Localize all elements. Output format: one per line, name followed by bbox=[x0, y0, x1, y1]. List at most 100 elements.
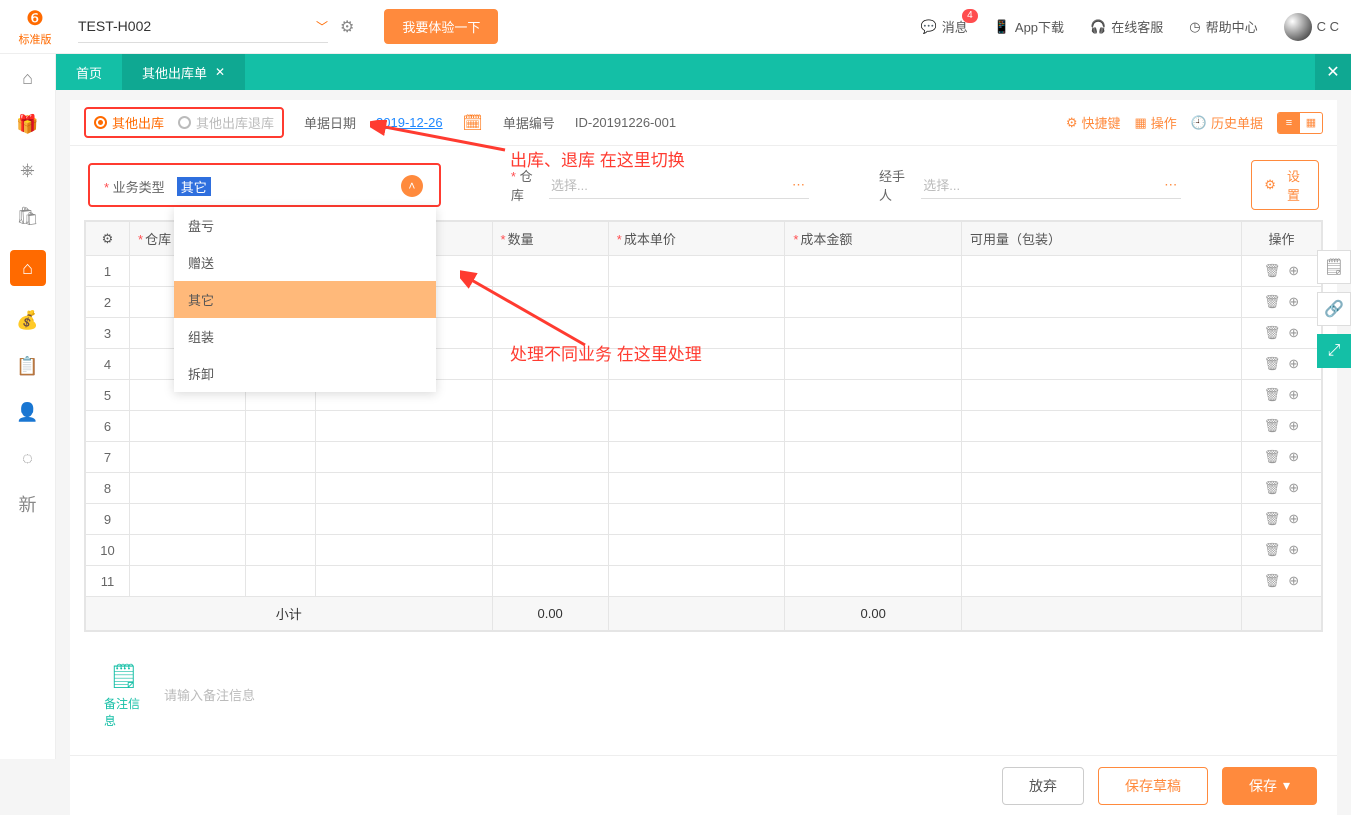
table-row[interactable]: 11🗑⊕ bbox=[86, 566, 1322, 597]
warehouse-field[interactable]: 仓库 选择... ⋯ bbox=[511, 166, 809, 204]
nav-money-icon[interactable]: 💰 bbox=[16, 308, 40, 332]
delete-icon[interactable]: 🗑 bbox=[1264, 294, 1281, 309]
option-zengson[interactable]: 赠送 bbox=[174, 244, 436, 281]
delete-icon[interactable]: 🗑 bbox=[1264, 449, 1281, 464]
cell-avail[interactable] bbox=[962, 256, 1242, 287]
cell-avail[interactable] bbox=[962, 504, 1242, 535]
cell-avail[interactable] bbox=[962, 442, 1242, 473]
nav-gift-icon[interactable]: 🎁 bbox=[16, 112, 40, 136]
cell-avail[interactable] bbox=[962, 380, 1242, 411]
cell-price[interactable] bbox=[608, 566, 785, 597]
history-button[interactable]: 🕘历史单据 bbox=[1191, 113, 1263, 132]
nav-new-icon[interactable]: 新 bbox=[16, 492, 40, 516]
cell-qty[interactable] bbox=[492, 349, 608, 380]
settings-button[interactable]: ⚙ 设置 bbox=[1251, 160, 1319, 210]
delete-icon[interactable]: 🗑 bbox=[1264, 356, 1281, 371]
radio-return[interactable]: 其他出库退库 bbox=[178, 113, 274, 132]
add-icon[interactable]: ⊕ bbox=[1288, 542, 1299, 557]
view-toggle[interactable]: ≡ ▦ bbox=[1277, 112, 1323, 134]
save-draft-button[interactable]: 保存草稿 bbox=[1098, 767, 1208, 805]
table-row[interactable]: 6🗑⊕ bbox=[86, 411, 1322, 442]
try-button[interactable]: 我要体验一下 bbox=[384, 9, 498, 44]
nav-ring-icon[interactable]: ◌ bbox=[16, 446, 40, 470]
cell-qty[interactable] bbox=[492, 566, 608, 597]
cell-avail[interactable] bbox=[962, 535, 1242, 566]
cell-warehouse[interactable] bbox=[130, 473, 246, 504]
cell-code[interactable] bbox=[246, 566, 316, 597]
nav-bag-icon[interactable]: 🛍 bbox=[16, 204, 40, 228]
help-center[interactable]: ◷ 帮助中心 bbox=[1189, 17, 1257, 36]
cell-code[interactable] bbox=[246, 411, 316, 442]
rail-link-icon[interactable]: 🔗 bbox=[1317, 292, 1351, 326]
cell-avail[interactable] bbox=[962, 473, 1242, 504]
business-type-field[interactable]: 业务类型 其它 ˄ 盘亏 赠送 其它 组装 拆卸 bbox=[88, 163, 441, 207]
close-icon[interactable]: ✕ bbox=[215, 65, 225, 79]
cell-code[interactable] bbox=[246, 442, 316, 473]
cell-qty[interactable] bbox=[492, 442, 608, 473]
cell-avail[interactable] bbox=[962, 287, 1242, 318]
nav-clipboard-icon[interactable]: 📋 bbox=[16, 354, 40, 378]
ops-button[interactable]: ▦操作 bbox=[1134, 113, 1176, 132]
cell-amount[interactable] bbox=[785, 256, 962, 287]
table-row[interactable]: 9🗑⊕ bbox=[86, 504, 1322, 535]
warehouse-select[interactable]: 选择... ⋯ bbox=[549, 171, 809, 199]
rail-note-icon[interactable]: 🗒 bbox=[1317, 250, 1351, 284]
option-qita[interactable]: 其它 bbox=[174, 281, 436, 318]
add-icon[interactable]: ⊕ bbox=[1288, 418, 1299, 433]
table-row[interactable]: 8🗑⊕ bbox=[86, 473, 1322, 504]
grid-view-icon[interactable]: ▦ bbox=[1300, 113, 1322, 133]
org-select[interactable]: TEST-H002 ﹀ bbox=[78, 11, 328, 43]
option-pankui[interactable]: 盘亏 bbox=[174, 207, 436, 244]
delete-icon[interactable]: 🗑 bbox=[1264, 263, 1281, 278]
cell-amount[interactable] bbox=[785, 287, 962, 318]
delete-icon[interactable]: 🗑 bbox=[1264, 387, 1281, 402]
more-icon[interactable]: ⋯ bbox=[792, 177, 807, 193]
cell-avail[interactable] bbox=[962, 411, 1242, 442]
cell-unit[interactable] bbox=[315, 473, 492, 504]
tab-home[interactable]: 首页 bbox=[56, 54, 122, 90]
cell-amount[interactable] bbox=[785, 566, 962, 597]
messages-button[interactable]: 💬 消息 4 bbox=[921, 17, 968, 36]
add-icon[interactable]: ⊕ bbox=[1288, 449, 1299, 464]
cell-qty[interactable] bbox=[492, 380, 608, 411]
nav-warehouse-icon[interactable]: ⌂ bbox=[10, 250, 46, 286]
operator-select[interactable]: 选择... ⋯ bbox=[921, 171, 1181, 199]
add-icon[interactable]: ⊕ bbox=[1288, 511, 1299, 526]
cell-warehouse[interactable] bbox=[130, 535, 246, 566]
cell-qty[interactable] bbox=[492, 411, 608, 442]
delete-icon[interactable]: 🗑 bbox=[1264, 573, 1281, 588]
online-support[interactable]: 🎧 在线客服 bbox=[1090, 17, 1163, 36]
cell-price[interactable] bbox=[608, 535, 785, 566]
cell-warehouse[interactable] bbox=[130, 504, 246, 535]
add-icon[interactable]: ⊕ bbox=[1288, 263, 1299, 278]
cell-amount[interactable] bbox=[785, 318, 962, 349]
option-chaixie[interactable]: 拆卸 bbox=[174, 355, 436, 392]
add-icon[interactable]: ⊕ bbox=[1288, 325, 1299, 340]
cell-warehouse[interactable] bbox=[130, 411, 246, 442]
hotkeys-button[interactable]: ⚙快捷键 bbox=[1066, 113, 1121, 132]
add-icon[interactable]: ⊕ bbox=[1288, 480, 1299, 495]
cell-code[interactable] bbox=[246, 504, 316, 535]
cell-amount[interactable] bbox=[785, 411, 962, 442]
add-icon[interactable]: ⊕ bbox=[1288, 387, 1299, 402]
tab-other-outbound[interactable]: 其他出库单 ✕ bbox=[122, 54, 245, 90]
app-download[interactable]: 📱 App下载 bbox=[994, 17, 1064, 36]
cell-code[interactable] bbox=[246, 535, 316, 566]
calendar-icon[interactable]: 🗓 bbox=[463, 113, 483, 133]
cell-unit[interactable] bbox=[315, 442, 492, 473]
cell-warehouse[interactable] bbox=[130, 566, 246, 597]
cell-price[interactable] bbox=[608, 380, 785, 411]
cell-qty[interactable] bbox=[492, 504, 608, 535]
nav-contact-icon[interactable]: 👤 bbox=[16, 400, 40, 424]
chevron-up-icon[interactable]: ˄ bbox=[401, 175, 423, 197]
cell-avail[interactable] bbox=[962, 318, 1242, 349]
cell-qty[interactable] bbox=[492, 318, 608, 349]
delete-icon[interactable]: 🗑 bbox=[1264, 418, 1281, 433]
remark-input[interactable] bbox=[164, 688, 1303, 703]
cell-unit[interactable] bbox=[315, 535, 492, 566]
cell-amount[interactable] bbox=[785, 380, 962, 411]
cell-unit[interactable] bbox=[315, 504, 492, 535]
rail-expand-icon[interactable]: ⤢ bbox=[1317, 334, 1351, 368]
cell-price[interactable] bbox=[608, 318, 785, 349]
delete-icon[interactable]: 🗑 bbox=[1264, 542, 1281, 557]
